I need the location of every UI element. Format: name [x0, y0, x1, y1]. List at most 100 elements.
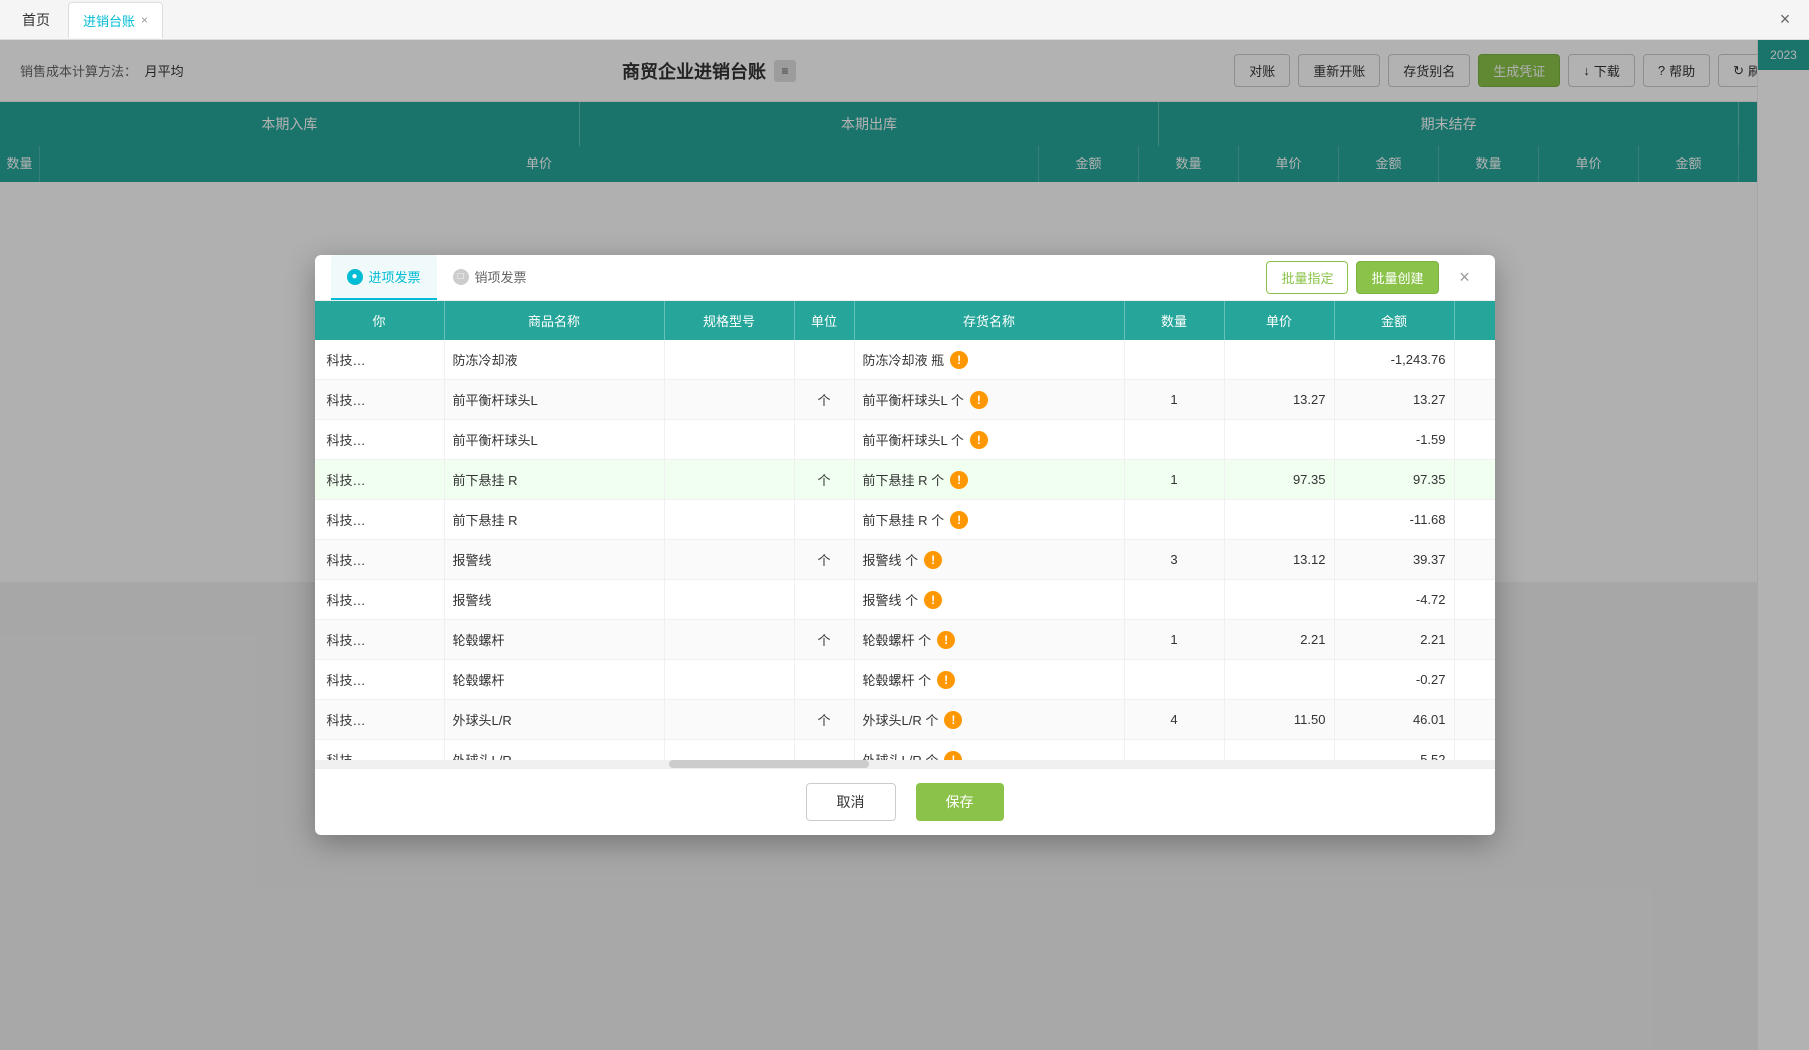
cell-amount: -1.59 — [1335, 420, 1455, 459]
cell-spec — [665, 500, 795, 539]
modal-table-body: 科技…防冻冷却液防冻冷却液 瓶!-1,243.76科技…前平衡杆球头L个前平衡杆… — [315, 340, 1495, 760]
cell-amount: 13.27 — [1335, 380, 1455, 419]
cell-unit — [795, 660, 855, 699]
cell-spec — [665, 340, 795, 379]
cell-qty — [1125, 740, 1225, 760]
table-row[interactable]: 科技…前平衡杆球头L前平衡杆球头L 个!-1.59 — [315, 420, 1495, 460]
cell-supplier: 科技… — [315, 380, 445, 419]
cell-spec — [665, 660, 795, 699]
cell-unit-price — [1225, 660, 1335, 699]
cell-supplier: 科技… — [315, 420, 445, 459]
cell-qty: 1 — [1125, 460, 1225, 499]
cell-product: 前下悬挂 R — [445, 500, 665, 539]
cell-product: 报警线 — [445, 580, 665, 619]
modal-scrollbar-thumb[interactable] — [669, 760, 869, 768]
save-button[interactable]: 保存 — [916, 783, 1004, 821]
active-tab[interactable]: 进销台账 × — [68, 2, 163, 38]
table-row[interactable]: 科技…前平衡杆球头L个前平衡杆球头L 个!113.2713.27 — [315, 380, 1495, 420]
cell-spec — [665, 620, 795, 659]
cell-qty — [1125, 500, 1225, 539]
tab-close-icon[interactable]: × — [141, 13, 148, 27]
table-row[interactable]: 科技…报警线报警线 个!-4.72 — [315, 580, 1495, 620]
warning-icon: ! — [944, 751, 962, 761]
cell-supplier: 科技… — [315, 580, 445, 619]
cell-unit — [795, 420, 855, 459]
warning-icon: ! — [924, 551, 942, 569]
cell-stock-name: 前下悬挂 R 个! — [855, 500, 1125, 539]
col-header-spec: 规格型号 — [665, 301, 795, 340]
cell-unit-price — [1225, 580, 1335, 619]
cancel-button[interactable]: 取消 — [806, 783, 896, 821]
cell-amount: 2.21 — [1335, 620, 1455, 659]
modal-overlay: ● 进项发票 □ 销项发票 批量指定 批量创建 × 你 商品名称 规格型 — [0, 40, 1809, 1050]
cell-product: 外球头L/R — [445, 700, 665, 739]
tab-sales-invoice[interactable]: □ 销项发票 — [437, 255, 543, 300]
cell-supplier: 科技… — [315, 460, 445, 499]
modal-footer: 取消 保存 — [315, 768, 1495, 835]
cell-product: 前平衡杆球头L — [445, 380, 665, 419]
cell-unit-price — [1225, 340, 1335, 379]
modal-scrollbar[interactable] — [315, 760, 1495, 768]
col-header-supplier: 你 — [315, 301, 445, 340]
cell-stock-name: 前平衡杆球头L 个! — [855, 380, 1125, 419]
cell-unit — [795, 580, 855, 619]
cell-spec — [665, 380, 795, 419]
table-row[interactable]: 科技…报警线个报警线 个!313.1239.37 — [315, 540, 1495, 580]
cell-product: 轮毂螺杆 — [445, 620, 665, 659]
cell-qty: 3 — [1125, 540, 1225, 579]
cell-amount: 46.01 — [1335, 700, 1455, 739]
cell-amount: 97.35 — [1335, 460, 1455, 499]
sales-invoice-icon: □ — [453, 269, 469, 285]
cell-spec — [665, 700, 795, 739]
cell-qty — [1125, 420, 1225, 459]
warning-icon: ! — [950, 511, 968, 529]
top-bar: 首页 进销台账 × × — [0, 0, 1809, 40]
cell-stock-name: 报警线 个! — [855, 580, 1125, 619]
warning-icon: ! — [970, 391, 988, 409]
cell-unit — [795, 340, 855, 379]
table-row[interactable]: 科技…外球头L/R外球头L/R 个!-5.52 — [315, 740, 1495, 760]
cell-unit-price — [1225, 740, 1335, 760]
cell-unit-price: 2.21 — [1225, 620, 1335, 659]
cell-product: 前平衡杆球头L — [445, 420, 665, 459]
cell-supplier: 科技… — [315, 620, 445, 659]
cell-qty: 4 — [1125, 700, 1225, 739]
cell-qty: 1 — [1125, 620, 1225, 659]
table-row[interactable]: 科技…外球头L/R个外球头L/R 个!411.5046.01 — [315, 700, 1495, 740]
cell-unit-price: 13.12 — [1225, 540, 1335, 579]
cell-product: 前下悬挂 R — [445, 460, 665, 499]
col-header-stock: 存货名称 — [855, 301, 1125, 340]
batch-create-button[interactable]: 批量创建 — [1356, 261, 1438, 294]
modal-close-button[interactable]: × — [1451, 264, 1479, 292]
cell-supplier: 科技… — [315, 700, 445, 739]
modal-actions: 批量指定 批量创建 — [1266, 261, 1438, 294]
window-close-button[interactable]: × — [1769, 4, 1801, 36]
cell-supplier: 科技… — [315, 740, 445, 760]
table-row[interactable]: 科技…前下悬挂 R前下悬挂 R 个!-11.68 — [315, 500, 1495, 540]
table-row[interactable]: 科技…防冻冷却液防冻冷却液 瓶!-1,243.76 — [315, 340, 1495, 380]
cell-unit — [795, 740, 855, 760]
cell-unit-price: 97.35 — [1225, 460, 1335, 499]
table-row[interactable]: 科技…前下悬挂 R个前下悬挂 R 个!197.3597.35 — [315, 460, 1495, 500]
cell-stock-name: 轮毂螺杆 个! — [855, 660, 1125, 699]
table-row[interactable]: 科技…轮毂螺杆轮毂螺杆 个!-0.27 — [315, 660, 1495, 700]
col-header-product: 商品名称 — [445, 301, 665, 340]
cell-unit: 个 — [795, 700, 855, 739]
batch-assign-button[interactable]: 批量指定 — [1266, 261, 1348, 294]
home-tab[interactable]: 首页 — [8, 2, 64, 38]
cell-product: 报警线 — [445, 540, 665, 579]
warning-icon: ! — [937, 631, 955, 649]
cell-product: 防冻冷却液 — [445, 340, 665, 379]
cell-unit-price: 13.27 — [1225, 380, 1335, 419]
warning-icon: ! — [944, 711, 962, 729]
warning-icon: ! — [924, 591, 942, 609]
cell-spec — [665, 580, 795, 619]
tab-purchase-invoice[interactable]: ● 进项发票 — [331, 255, 437, 300]
table-row[interactable]: 科技…轮毂螺杆个轮毂螺杆 个!12.212.21 — [315, 620, 1495, 660]
cell-unit — [795, 500, 855, 539]
cell-spec — [665, 740, 795, 760]
warning-icon: ! — [937, 671, 955, 689]
cell-stock-name: 外球头L/R 个! — [855, 700, 1125, 739]
col-header-price: 单价 — [1225, 301, 1335, 340]
cell-unit: 个 — [795, 620, 855, 659]
